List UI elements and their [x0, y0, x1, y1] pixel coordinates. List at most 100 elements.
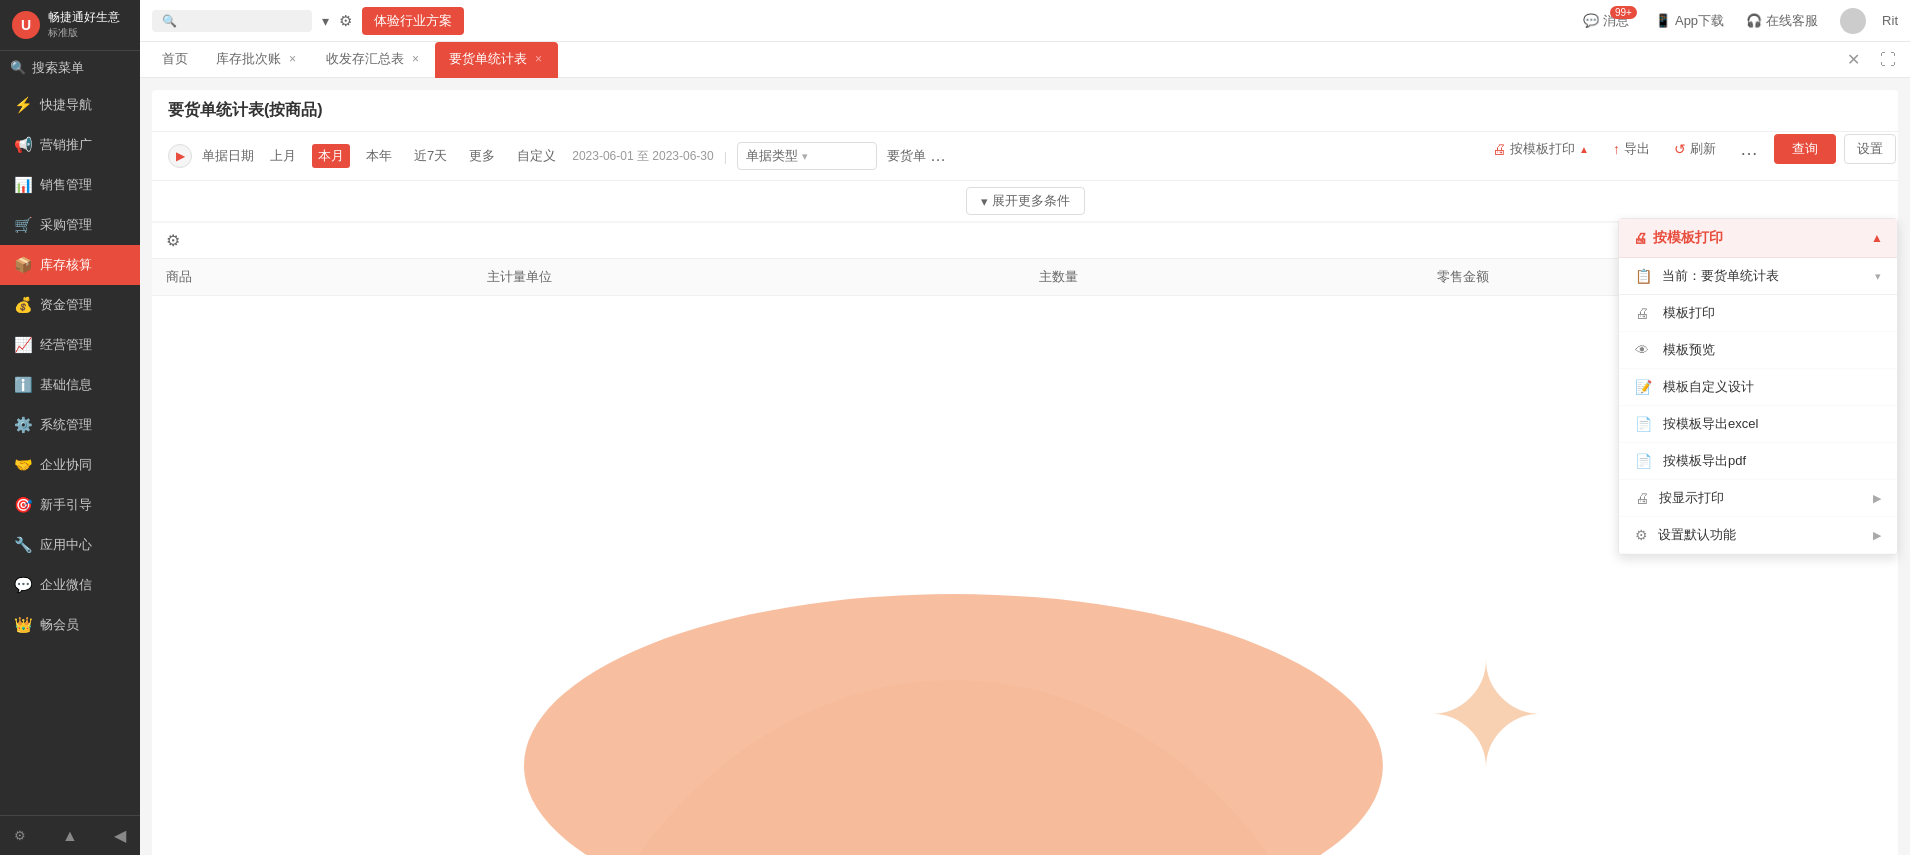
- search-label: 搜索菜单: [32, 59, 84, 77]
- tab-inventory-batch-close[interactable]: ×: [287, 52, 298, 66]
- sidebar-item-guide[interactable]: 🎯 新手引导: [0, 485, 140, 525]
- page-action-area: 🖨 按模板打印 ▲ ↑ 导出 ↺ 刷新 … 查询 设置: [1484, 134, 1896, 164]
- search-icon: 🔍: [10, 60, 26, 75]
- main-area: 🔍 ▾ ⚙ 体验行业方案 💬 消息 99+ 📱 App下载 🎧 在线客服 Rit…: [140, 0, 1910, 855]
- wechat-icon: 💬: [14, 576, 32, 594]
- sidebar-item-sales[interactable]: 📊 销售管理: [0, 165, 140, 205]
- export-pdf-label: 按模板导出pdf: [1663, 452, 1746, 470]
- sidebar-item-label: 企业协同: [40, 456, 92, 474]
- sidebar-item-marketing[interactable]: 📢 营销推广: [0, 125, 140, 165]
- tab-home[interactable]: 首页: [148, 42, 202, 78]
- header-dropdown-btn[interactable]: ▾: [322, 13, 329, 29]
- sidebar-logo: U 畅捷通好生意 标准版: [0, 0, 140, 51]
- sidebar-nav: ⚡ 快捷导航 📢 营销推广 📊 销售管理 🛒 采购管理 📦 库存核算 💰 资金管…: [0, 85, 140, 815]
- sidebar-item-system[interactable]: ⚙️ 系统管理: [0, 405, 140, 445]
- sidebar-item-label: 快捷导航: [40, 96, 92, 114]
- export-excel-icon: 📄: [1635, 416, 1653, 432]
- sidebar-item-label: 营销推广: [40, 136, 92, 154]
- settings-btn[interactable]: 设置: [1844, 134, 1896, 164]
- this-year-btn[interactable]: 本年: [360, 144, 398, 168]
- username[interactable]: Rit: [1882, 13, 1898, 28]
- sidebar-item-label: 基础信息: [40, 376, 92, 394]
- sidebar-item-operations[interactable]: 📈 经营管理: [0, 325, 140, 365]
- sidebar-item-label: 资金管理: [40, 296, 92, 314]
- template-preview-item[interactable]: 👁 模板预览: [1619, 332, 1897, 369]
- date-range-display: 2023-06-01 至 2023-06-30: [572, 148, 713, 165]
- sidebar-scroll-up-btn[interactable]: ▲: [62, 827, 78, 845]
- quick-nav-icon: ⚡: [14, 96, 32, 114]
- sidebar-item-label: 库存核算: [40, 256, 92, 274]
- print-template-btn[interactable]: 🖨 按模板打印 ▲: [1484, 136, 1597, 162]
- messages-badge: 99+: [1610, 6, 1637, 19]
- app-download-btn[interactable]: 📱 App下载: [1655, 12, 1724, 30]
- ellipsis-icon[interactable]: …: [930, 147, 946, 165]
- print-dropdown-header[interactable]: 🖨 按模板打印 ▲: [1619, 219, 1897, 258]
- template-custom-item[interactable]: 📝 模板自定义设计: [1619, 369, 1897, 406]
- tab-receivable-summary-close[interactable]: ×: [410, 52, 421, 66]
- sidebar-item-label: 应用中心: [40, 536, 92, 554]
- messages-btn[interactable]: 💬 消息 99+: [1583, 12, 1629, 30]
- online-service-label: 在线客服: [1766, 12, 1818, 30]
- template-export-pdf-item[interactable]: 📄 按模板导出pdf: [1619, 443, 1897, 480]
- header-search-icon: 🔍: [162, 14, 177, 28]
- print-current-template[interactable]: 📋 当前：要货单统计表 ▾: [1619, 258, 1897, 295]
- this-month-btn[interactable]: 本月: [312, 144, 350, 168]
- sidebar-item-inventory[interactable]: 📦 库存核算: [0, 245, 140, 285]
- online-service-btn[interactable]: 🎧 在线客服: [1746, 12, 1818, 30]
- sidebar-item-member[interactable]: 👑 畅会员: [0, 605, 140, 645]
- set-default-item[interactable]: ⚙ 设置默认功能 ▶: [1619, 517, 1897, 554]
- sidebar-item-app-center[interactable]: 🔧 应用中心: [0, 525, 140, 565]
- sidebar-item-wechat[interactable]: 💬 企业微信: [0, 565, 140, 605]
- avatar[interactable]: [1840, 8, 1866, 34]
- date-filter-label: 单据日期: [202, 147, 254, 165]
- sidebar: U 畅捷通好生意 标准版 🔍 搜索菜单 ⚡ 快捷导航 📢 营销推广 📊 销售管理…: [0, 0, 140, 855]
- header-search-input[interactable]: 🔍: [152, 10, 312, 32]
- finance-icon: 💰: [14, 296, 32, 314]
- last-month-btn[interactable]: 上月: [264, 144, 302, 168]
- refresh-btn[interactable]: ↺ 刷新: [1666, 136, 1724, 162]
- expand-more-btn[interactable]: ▾ 展开更多条件: [966, 187, 1085, 215]
- app-center-icon: 🔧: [14, 536, 32, 554]
- more-actions-btn[interactable]: …: [1732, 137, 1766, 162]
- custom-date-btn[interactable]: 自定义: [511, 144, 562, 168]
- filter-toggle-btn[interactable]: ▶: [168, 144, 192, 168]
- current-template-icon: 📋: [1635, 268, 1652, 284]
- sidebar-item-quick-nav[interactable]: ⚡ 快捷导航: [0, 85, 140, 125]
- export-icon: ↑: [1613, 141, 1620, 157]
- top-header: 🔍 ▾ ⚙ 体验行业方案 💬 消息 99+ 📱 App下载 🎧 在线客服 Rit: [140, 0, 1910, 42]
- query-btn[interactable]: 查询: [1774, 134, 1836, 164]
- tab-inventory-batch[interactable]: 库存批次账 ×: [202, 42, 312, 78]
- template-print-item[interactable]: 🖨 模板打印: [1619, 295, 1897, 332]
- tab-order-stats-close[interactable]: ×: [533, 52, 544, 66]
- tab-bar: 首页 库存批次账 × 收发存汇总表 × 要货单统计表 × ✕ ⛶: [140, 42, 1910, 78]
- tab-maximize-btn[interactable]: ⛶: [1874, 49, 1902, 71]
- sidebar-item-basic-info[interactable]: ℹ️ 基础信息: [0, 365, 140, 405]
- display-print-item[interactable]: 🖨 按显示打印 ▶: [1619, 480, 1897, 517]
- template-export-excel-item[interactable]: 📄 按模板导出excel: [1619, 406, 1897, 443]
- export-btn[interactable]: ↑ 导出: [1605, 136, 1658, 162]
- inventory-icon: 📦: [14, 256, 32, 274]
- svg-point-1: [524, 594, 1383, 855]
- column-settings-btn[interactable]: ⚙: [166, 231, 180, 250]
- col-header-unit: 主计量单位: [473, 259, 1025, 296]
- sidebar-search[interactable]: 🔍 搜索菜单: [0, 51, 140, 85]
- doc-type-arrow-icon: ▾: [802, 150, 808, 163]
- current-arrow-icon: ▾: [1875, 270, 1881, 283]
- sidebar-item-purchase[interactable]: 🛒 采购管理: [0, 205, 140, 245]
- header-gear-icon[interactable]: ⚙: [339, 12, 352, 30]
- tab-order-stats[interactable]: 要货单统计表 ×: [435, 42, 558, 78]
- tab-receivable-summary[interactable]: 收发存汇总表 ×: [312, 42, 435, 78]
- more-date-btn[interactable]: 更多: [463, 144, 501, 168]
- sidebar-item-finance[interactable]: 💰 资金管理: [0, 285, 140, 325]
- sidebar-settings-icon[interactable]: ⚙: [14, 828, 26, 843]
- expand-more-bar: ▾ 展开更多条件: [152, 180, 1898, 221]
- tab-close-all-btn[interactable]: ✕: [1841, 48, 1866, 71]
- sidebar-item-enterprise[interactable]: 🤝 企业协同: [0, 445, 140, 485]
- last7-btn[interactable]: 近7天: [408, 144, 453, 168]
- experience-btn[interactable]: 体验行业方案: [362, 7, 464, 35]
- sidebar-scroll-down-btn[interactable]: ◀: [114, 826, 126, 845]
- doc-type-dropdown[interactable]: 单据类型 ▾: [737, 142, 877, 170]
- template-custom-icon: 📝: [1635, 379, 1653, 395]
- set-default-label: 设置默认功能: [1658, 526, 1736, 544]
- marketing-icon: 📢: [14, 136, 32, 154]
